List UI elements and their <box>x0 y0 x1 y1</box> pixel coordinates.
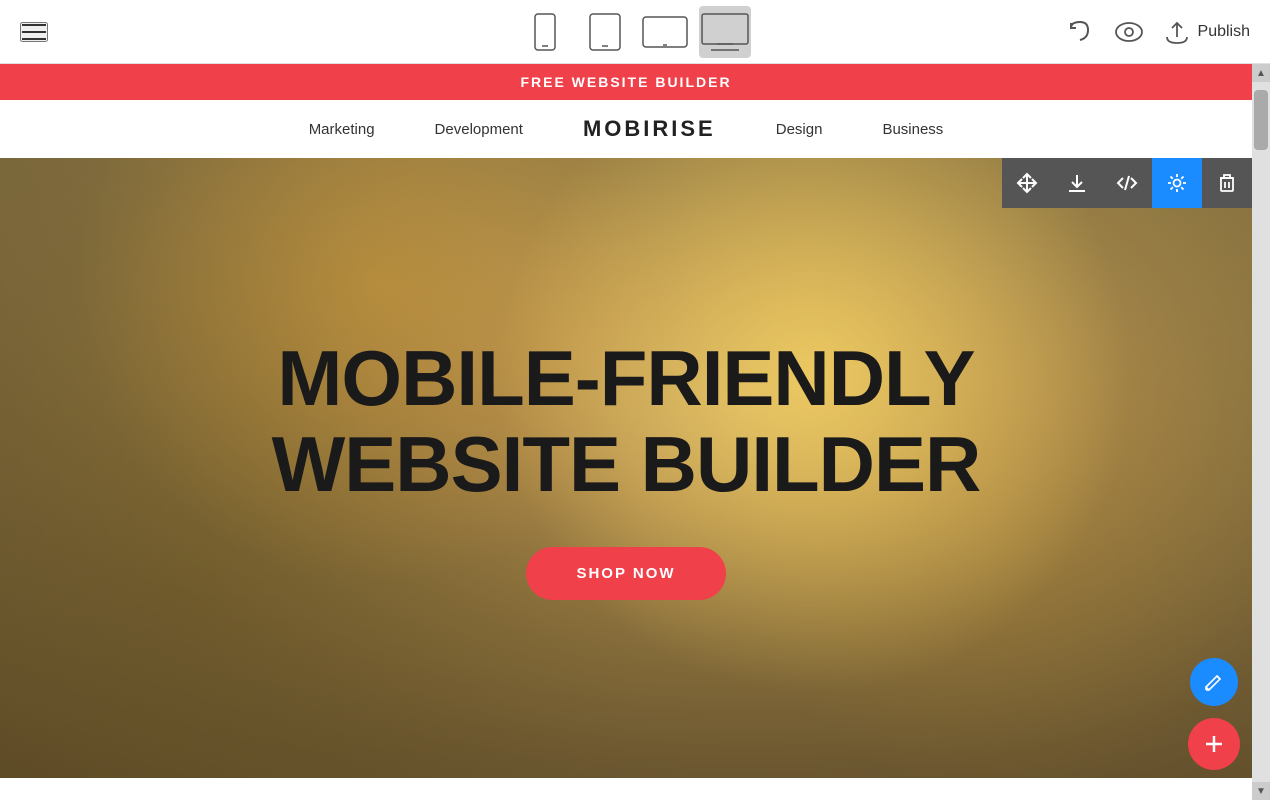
scrollbar-down-arrow[interactable]: ▼ <box>1252 782 1270 800</box>
block-download-button[interactable] <box>1052 158 1102 208</box>
edit-fab-button[interactable] <box>1190 658 1238 706</box>
device-switcher <box>519 6 751 58</box>
undo-button[interactable] <box>1066 18 1094 46</box>
scrollbar-up-arrow[interactable]: ▲ <box>1252 64 1270 82</box>
hero-content: MOBILE-FRIENDLY WEBSITE BUILDER SHOP NOW <box>272 336 981 601</box>
tablet-landscape-view-button[interactable] <box>639 6 691 58</box>
block-sort-button[interactable] <box>1002 158 1052 208</box>
add-block-fab-button[interactable] <box>1188 718 1240 770</box>
nav-item-design[interactable]: Design <box>776 121 823 138</box>
nav-item-marketing[interactable]: Marketing <box>309 121 375 138</box>
main-area: FREE WEBSITE BUILDER Marketing Developme… <box>0 64 1270 800</box>
hero-section: MOBILE-FRIENDLY WEBSITE BUILDER SHOP NOW <box>0 158 1252 778</box>
banner-text: FREE WEBSITE BUILDER <box>520 74 731 90</box>
block-settings-button[interactable] <box>1152 158 1202 208</box>
menu-button[interactable] <box>20 22 48 42</box>
toolbar-left <box>20 22 48 42</box>
nav-item-business[interactable]: Business <box>882 121 943 138</box>
preview-button[interactable] <box>1114 18 1144 46</box>
content-wrapper: FREE WEBSITE BUILDER Marketing Developme… <box>0 64 1252 800</box>
promo-banner: FREE WEBSITE BUILDER <box>0 64 1252 100</box>
desktop-view-button[interactable] <box>699 6 751 58</box>
hero-title: MOBILE-FRIENDLY WEBSITE BUILDER <box>272 336 981 508</box>
site-navigation: Marketing Development MOBIRISE Design Bu… <box>0 100 1252 158</box>
block-toolbar <box>1002 158 1252 208</box>
site-logo: MOBIRISE <box>583 116 716 142</box>
top-toolbar: Publish <box>0 0 1270 64</box>
block-code-button[interactable] <box>1102 158 1152 208</box>
publish-button[interactable]: Publish <box>1164 19 1250 45</box>
block-delete-button[interactable] <box>1202 158 1252 208</box>
fab-container <box>1188 658 1240 770</box>
scrollbar[interactable]: ▲ ▼ <box>1252 64 1270 800</box>
tablet-view-button[interactable] <box>579 6 631 58</box>
scrollbar-thumb[interactable] <box>1254 90 1268 150</box>
nav-item-development[interactable]: Development <box>435 121 523 138</box>
cta-button[interactable]: SHOP NOW <box>526 547 725 600</box>
mobile-view-button[interactable] <box>519 6 571 58</box>
publish-label: Publish <box>1198 23 1250 41</box>
toolbar-right: Publish <box>1066 18 1250 46</box>
